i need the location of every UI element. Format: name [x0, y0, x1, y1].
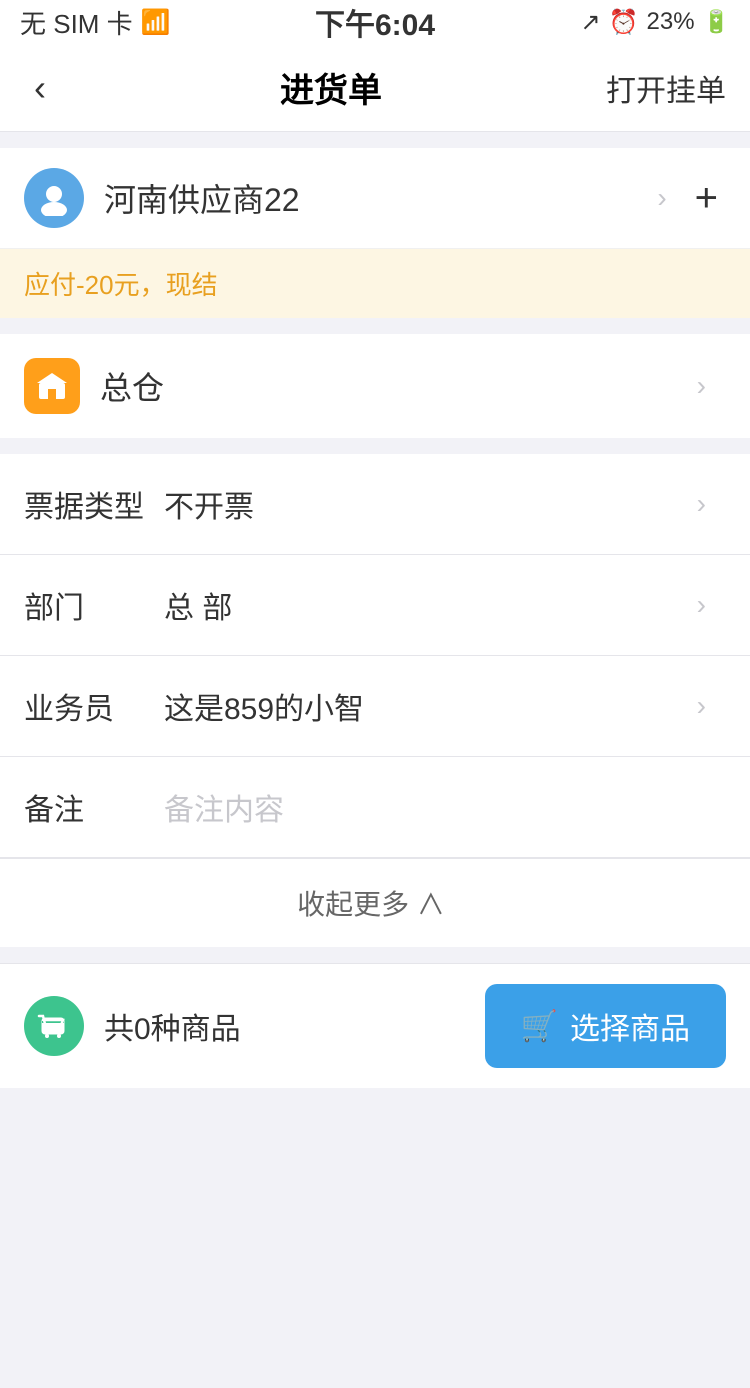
- notice-bar: 应付-20元，现结: [0, 249, 750, 318]
- select-product-button[interactable]: 🛒 选择商品: [485, 984, 726, 1068]
- collapse-bar[interactable]: 收起更多 ∧: [0, 858, 750, 947]
- supplier-name: 河南供应商22: [104, 175, 657, 221]
- form-section: 票据类型 不开票 › 部门 总 部 › 业务员 这是859的小智 › 备注 备注…: [0, 454, 750, 947]
- status-right: ↗ ⏰ 23% 🔋: [581, 8, 730, 37]
- status-left: 无 SIM 卡 📶: [20, 4, 171, 41]
- page-title: 进货单: [280, 63, 382, 112]
- department-label: 部门: [24, 583, 154, 627]
- avatar-icon: [36, 180, 72, 216]
- invoice-type-row[interactable]: 票据类型 不开票 ›: [0, 454, 750, 555]
- divider-2: [0, 438, 750, 454]
- product-icon-wrap: [24, 996, 84, 1056]
- battery-label: 23%: [647, 8, 695, 36]
- invoice-type-label: 票据类型: [24, 482, 154, 526]
- wifi-icon: 📶: [141, 8, 171, 37]
- divider-top: [0, 132, 750, 148]
- supplier-row[interactable]: 河南供应商22 › +: [0, 148, 750, 249]
- supplier-avatar: [24, 168, 84, 228]
- department-row[interactable]: 部门 总 部 ›: [0, 555, 750, 656]
- invoice-type-chevron-icon: ›: [697, 488, 706, 520]
- open-hang-button[interactable]: 打开挂单: [606, 66, 726, 110]
- remark-row[interactable]: 备注 备注内容: [0, 757, 750, 858]
- warehouse-icon-wrap: [24, 358, 80, 414]
- warehouse-name: 总仓: [100, 363, 697, 409]
- gray-fill-area: [0, 1088, 750, 1388]
- product-count-label: 共0种商品: [104, 1004, 485, 1048]
- warehouse-icon: [35, 369, 69, 403]
- remark-input[interactable]: 备注内容: [154, 785, 726, 829]
- product-cart-icon: [36, 1008, 72, 1044]
- status-bar: 无 SIM 卡 📶 下午6:04 ↗ ⏰ 23% 🔋: [0, 0, 750, 44]
- select-product-icon: 🛒: [521, 1009, 558, 1044]
- salesperson-value: 这是859的小智: [154, 684, 697, 728]
- content-area: 河南供应商22 › + 应付-20元，现结 总仓 ›: [0, 132, 750, 1388]
- bottom-bar: 共0种商品 🛒 选择商品: [0, 963, 750, 1088]
- department-value: 总 部: [154, 583, 697, 627]
- back-button[interactable]: ‹: [24, 57, 56, 119]
- nav-bar: ‹ 进货单 打开挂单: [0, 44, 750, 132]
- notice-text: 应付-20元，现结: [24, 270, 218, 300]
- divider-3: [0, 947, 750, 963]
- supplier-section: 河南供应商22 › + 应付-20元，现结: [0, 148, 750, 318]
- warehouse-section: 总仓 ›: [0, 334, 750, 438]
- collapse-text: 收起更多 ∧: [297, 883, 445, 923]
- remark-label: 备注: [24, 785, 154, 829]
- status-time: 下午6:04: [315, 0, 435, 44]
- warehouse-chevron-icon: ›: [697, 370, 706, 402]
- salesperson-chevron-icon: ›: [697, 690, 706, 722]
- divider-1: [0, 318, 750, 334]
- sim-label: 无 SIM 卡: [20, 4, 133, 41]
- department-chevron-icon: ›: [697, 589, 706, 621]
- salesperson-row[interactable]: 业务员 这是859的小智 ›: [0, 656, 750, 757]
- supplier-chevron-icon: ›: [657, 182, 666, 214]
- battery-icon: 🔋: [703, 9, 730, 35]
- alarm-icon: ⏰: [609, 8, 639, 37]
- select-product-label: 选择商品: [570, 1004, 690, 1048]
- location-icon: ↗: [581, 8, 601, 37]
- invoice-type-value: 不开票: [154, 482, 697, 526]
- warehouse-row[interactable]: 总仓 ›: [0, 334, 750, 438]
- salesperson-label: 业务员: [24, 684, 154, 728]
- add-supplier-button[interactable]: +: [687, 176, 726, 221]
